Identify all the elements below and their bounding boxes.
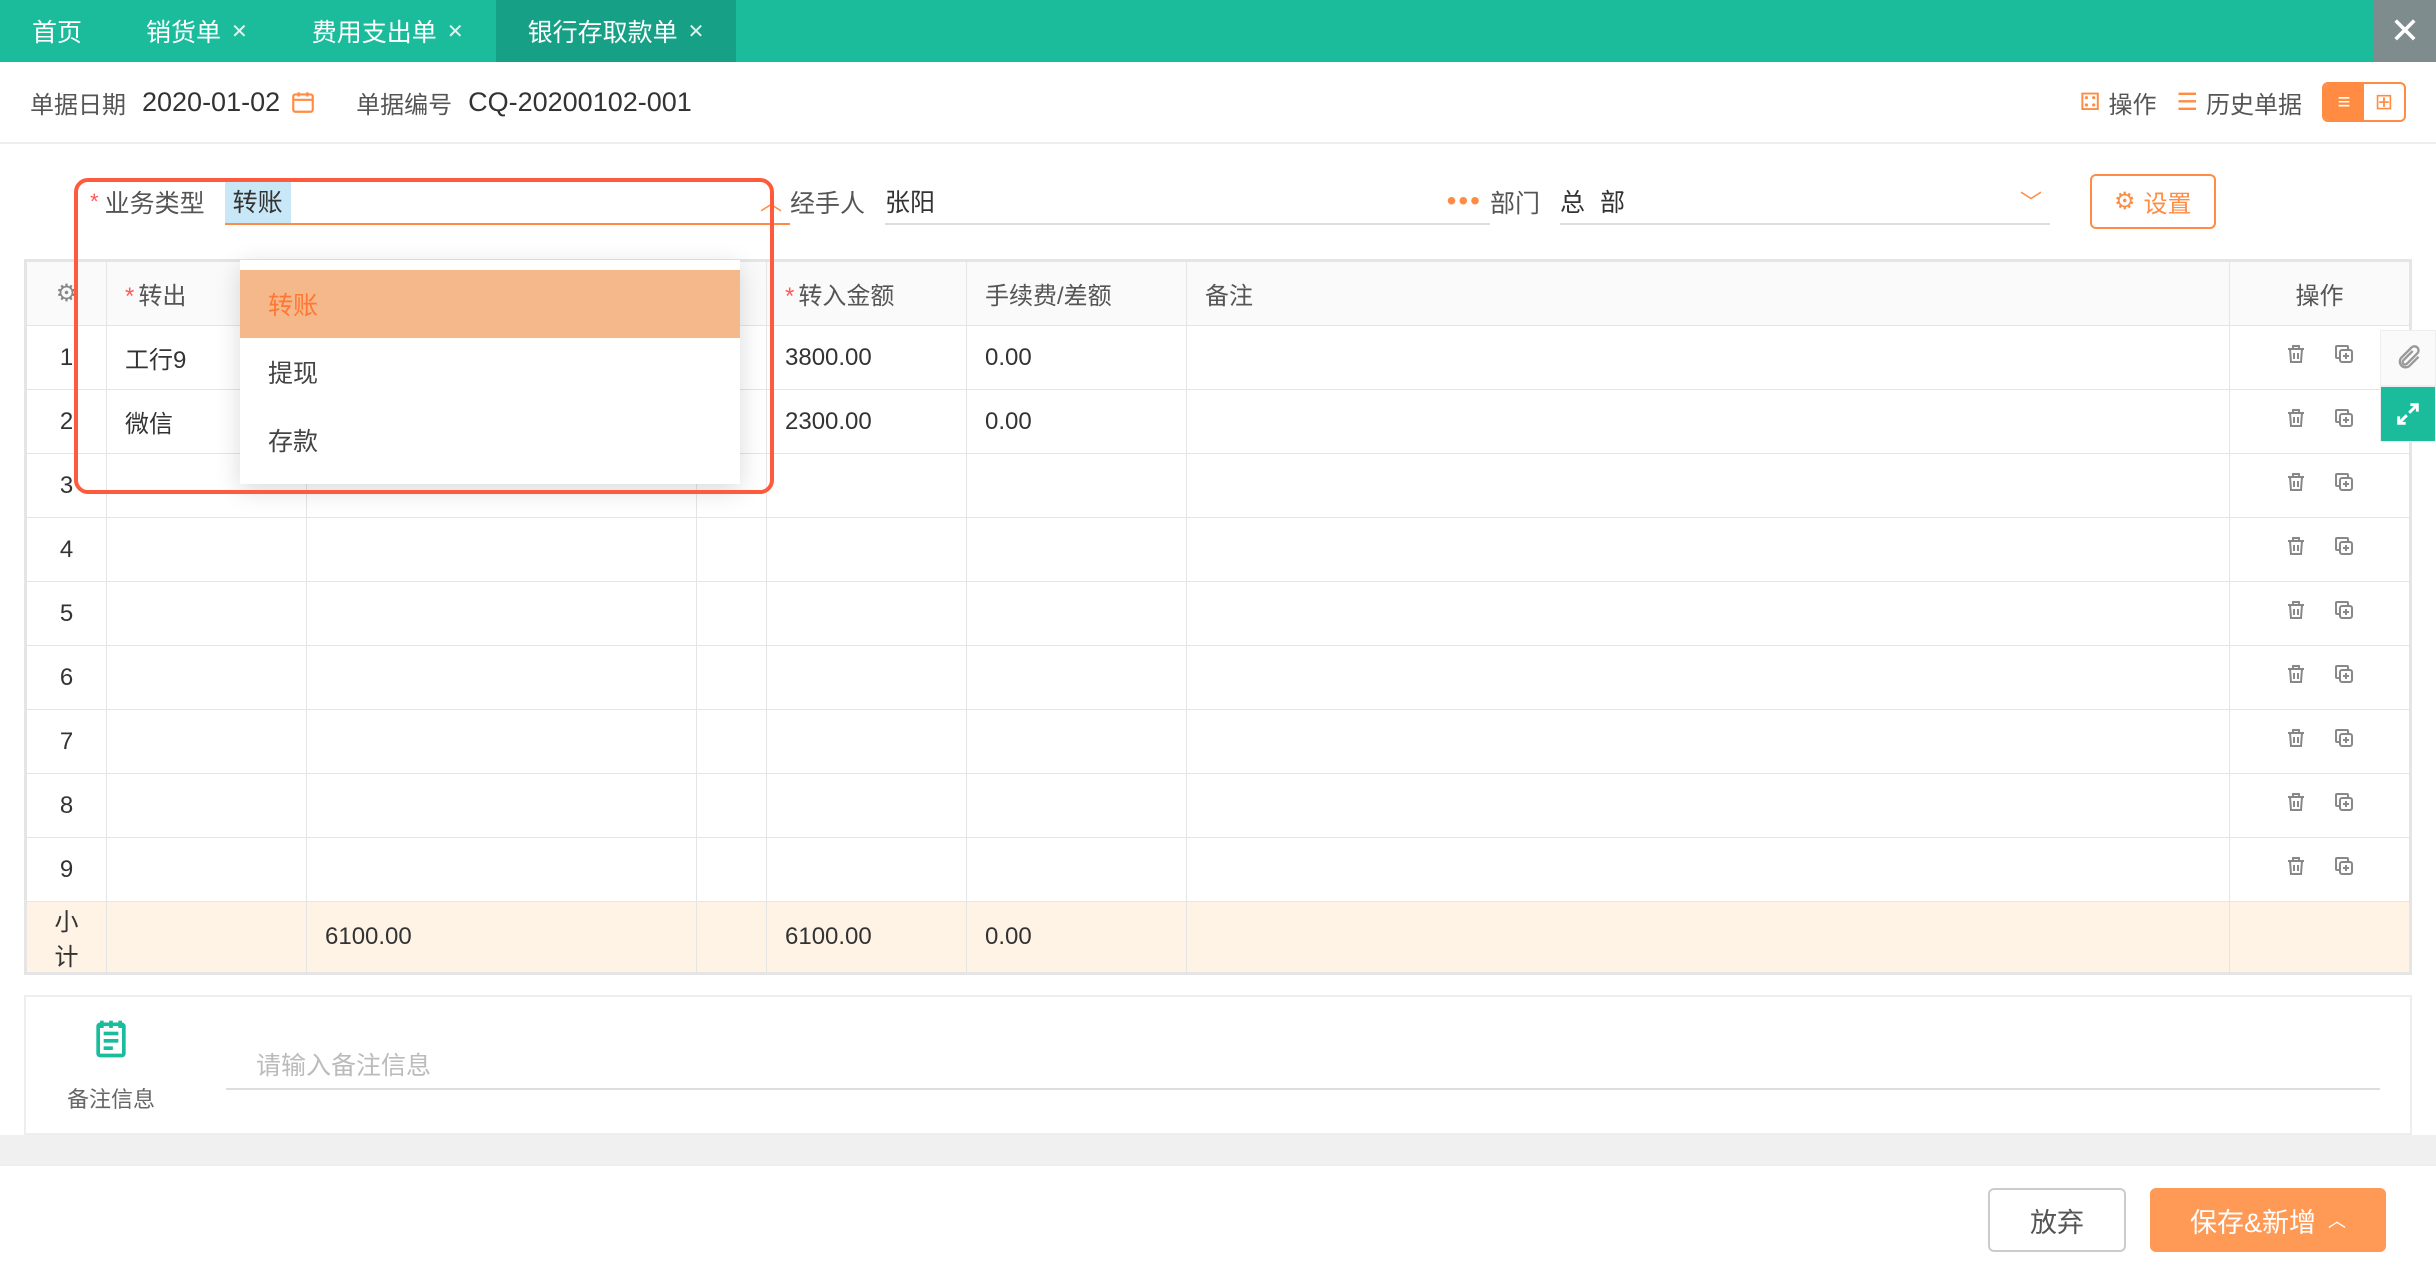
table-row[interactable]: 5 xyxy=(27,582,2410,646)
footer-bar: 放弃 保存&新增︿ xyxy=(0,1164,2436,1274)
doc-no-value: CQ-20200102-001 xyxy=(468,87,692,118)
form-row: * 业务类型 转账 ︿ 经手人 张阳 ••• 部门 总 部 ﹀ ⚙ 设置 xyxy=(0,144,2436,249)
cancel-button[interactable]: 放弃 xyxy=(1988,1188,2126,1252)
settings-button[interactable]: ⚙ 设置 xyxy=(2090,174,2216,229)
close-icon[interactable]: ✕ xyxy=(231,19,248,44)
date-label: 单据日期 xyxy=(30,85,126,120)
table-row[interactable]: 9 xyxy=(27,838,2410,902)
dept-value: 总 部 xyxy=(1560,183,1629,219)
table-row[interactable]: 8 xyxy=(27,774,2410,838)
biz-type-dropdown: 转账 提现 存款 xyxy=(240,260,740,484)
col-out-account: 转出 xyxy=(138,283,186,310)
copy-icon[interactable] xyxy=(2332,662,2356,693)
col-action: 操作 xyxy=(2230,262,2410,326)
doc-no-label: 单据编号 xyxy=(356,85,452,120)
biz-type-group: * 业务类型 转账 ︿ xyxy=(90,179,790,225)
panel-close-button[interactable]: ✕ xyxy=(2374,0,2436,62)
dept-select[interactable]: 总 部 ﹀ xyxy=(1560,179,2050,225)
copy-icon[interactable] xyxy=(2332,534,2356,565)
chevron-down-icon: ﹀ xyxy=(2020,185,2042,217)
view-card-icon[interactable]: ⊞ xyxy=(2364,84,2404,120)
calendar-icon[interactable] xyxy=(290,89,316,115)
dropdown-option-deposit[interactable]: 存款 xyxy=(240,406,740,474)
save-and-new-button[interactable]: 保存&新增︿ xyxy=(2150,1188,2386,1252)
delete-icon[interactable] xyxy=(2284,406,2308,437)
biz-type-value: 转账 xyxy=(225,179,291,223)
col-fee: 手续费/差额 xyxy=(967,262,1187,326)
delete-icon[interactable] xyxy=(2284,534,2308,565)
delete-icon[interactable] xyxy=(2284,726,2308,757)
required-mark: * xyxy=(90,189,99,215)
tab-sales[interactable]: 销货单✕ xyxy=(114,0,280,62)
meta-bar: 单据日期 2020-01-02 单据编号 CQ-20200102-001 ⚃操作… xyxy=(0,62,2436,144)
remark-section: 备注信息 请输入备注信息 xyxy=(24,995,2412,1135)
handler-value: 张阳 xyxy=(885,183,935,219)
tab-home[interactable]: 首页 xyxy=(0,0,114,62)
remark-label: 备注信息 xyxy=(67,1082,155,1114)
subtotal-row: 小计 6100.00 6100.00 0.00 xyxy=(27,902,2410,973)
handler-input[interactable]: 张阳 ••• xyxy=(885,179,1490,225)
biz-type-label: 业务类型 xyxy=(105,184,205,220)
list-icon: ☰ xyxy=(2176,88,2198,117)
copy-icon[interactable] xyxy=(2332,726,2356,757)
more-icon[interactable]: ••• xyxy=(1447,185,1482,217)
operate-button[interactable]: ⚃操作 xyxy=(2080,85,2157,120)
tab-bank[interactable]: 银行存取款单✕ xyxy=(496,0,737,62)
delete-icon[interactable] xyxy=(2284,662,2308,693)
copy-icon[interactable] xyxy=(2332,406,2356,437)
dept-group: 部门 总 部 ﹀ xyxy=(1490,179,2050,225)
subtotal-out: 6100.00 xyxy=(307,902,697,973)
view-toggle[interactable]: ≡ ⊞ xyxy=(2322,82,2406,122)
subtotal-label: 小计 xyxy=(27,902,107,973)
table-row[interactable]: 6 xyxy=(27,646,2410,710)
col-in-amount: 转入金额 xyxy=(798,283,894,310)
remark-input[interactable]: 请输入备注信息 xyxy=(226,1040,2380,1090)
table-row[interactable]: 4 xyxy=(27,518,2410,582)
subtotal-in: 6100.00 xyxy=(767,902,967,973)
view-list-icon[interactable]: ≡ xyxy=(2324,84,2364,120)
dropdown-option-withdraw[interactable]: 提现 xyxy=(240,338,740,406)
note-icon xyxy=(89,1017,133,1072)
grid-icon: ⚃ xyxy=(2080,88,2101,117)
copy-icon[interactable] xyxy=(2332,854,2356,885)
dropdown-option-transfer[interactable]: 转账 xyxy=(240,270,740,338)
close-icon[interactable]: ✕ xyxy=(688,19,705,44)
delete-icon[interactable] xyxy=(2284,598,2308,629)
biz-type-select[interactable]: 转账 ︿ xyxy=(225,179,790,225)
date-value[interactable]: 2020-01-02 xyxy=(142,87,280,118)
side-tools xyxy=(2380,330,2436,442)
close-icon[interactable]: ✕ xyxy=(447,19,464,44)
table-settings-icon[interactable]: ⚙ xyxy=(27,262,107,326)
copy-icon[interactable] xyxy=(2332,790,2356,821)
handler-group: 经手人 张阳 ••• xyxy=(790,179,1490,225)
chevron-up-icon: ︿ xyxy=(2328,1207,2346,1233)
dept-label: 部门 xyxy=(1490,184,1540,220)
handler-label: 经手人 xyxy=(790,184,865,220)
tab-expense[interactable]: 费用支出单✕ xyxy=(280,0,496,62)
delete-icon[interactable] xyxy=(2284,790,2308,821)
top-tab-bar: 首页 销货单✕ 费用支出单✕ 银行存取款单✕ ✕ xyxy=(0,0,2436,62)
chevron-up-icon: ︿ xyxy=(760,185,782,217)
table-row[interactable]: 7 xyxy=(27,710,2410,774)
expand-button[interactable] xyxy=(2380,386,2436,442)
copy-icon[interactable] xyxy=(2332,598,2356,629)
delete-icon[interactable] xyxy=(2284,854,2308,885)
subtotal-fee: 0.00 xyxy=(967,902,1187,973)
attachment-button[interactable] xyxy=(2380,330,2436,386)
copy-icon[interactable] xyxy=(2332,470,2356,501)
copy-icon[interactable] xyxy=(2332,342,2356,373)
delete-icon[interactable] xyxy=(2284,342,2308,373)
delete-icon[interactable] xyxy=(2284,470,2308,501)
col-remark: 备注 xyxy=(1187,262,2230,326)
history-button[interactable]: ☰历史单据 xyxy=(2176,85,2302,120)
gear-icon: ⚙ xyxy=(2114,187,2136,216)
